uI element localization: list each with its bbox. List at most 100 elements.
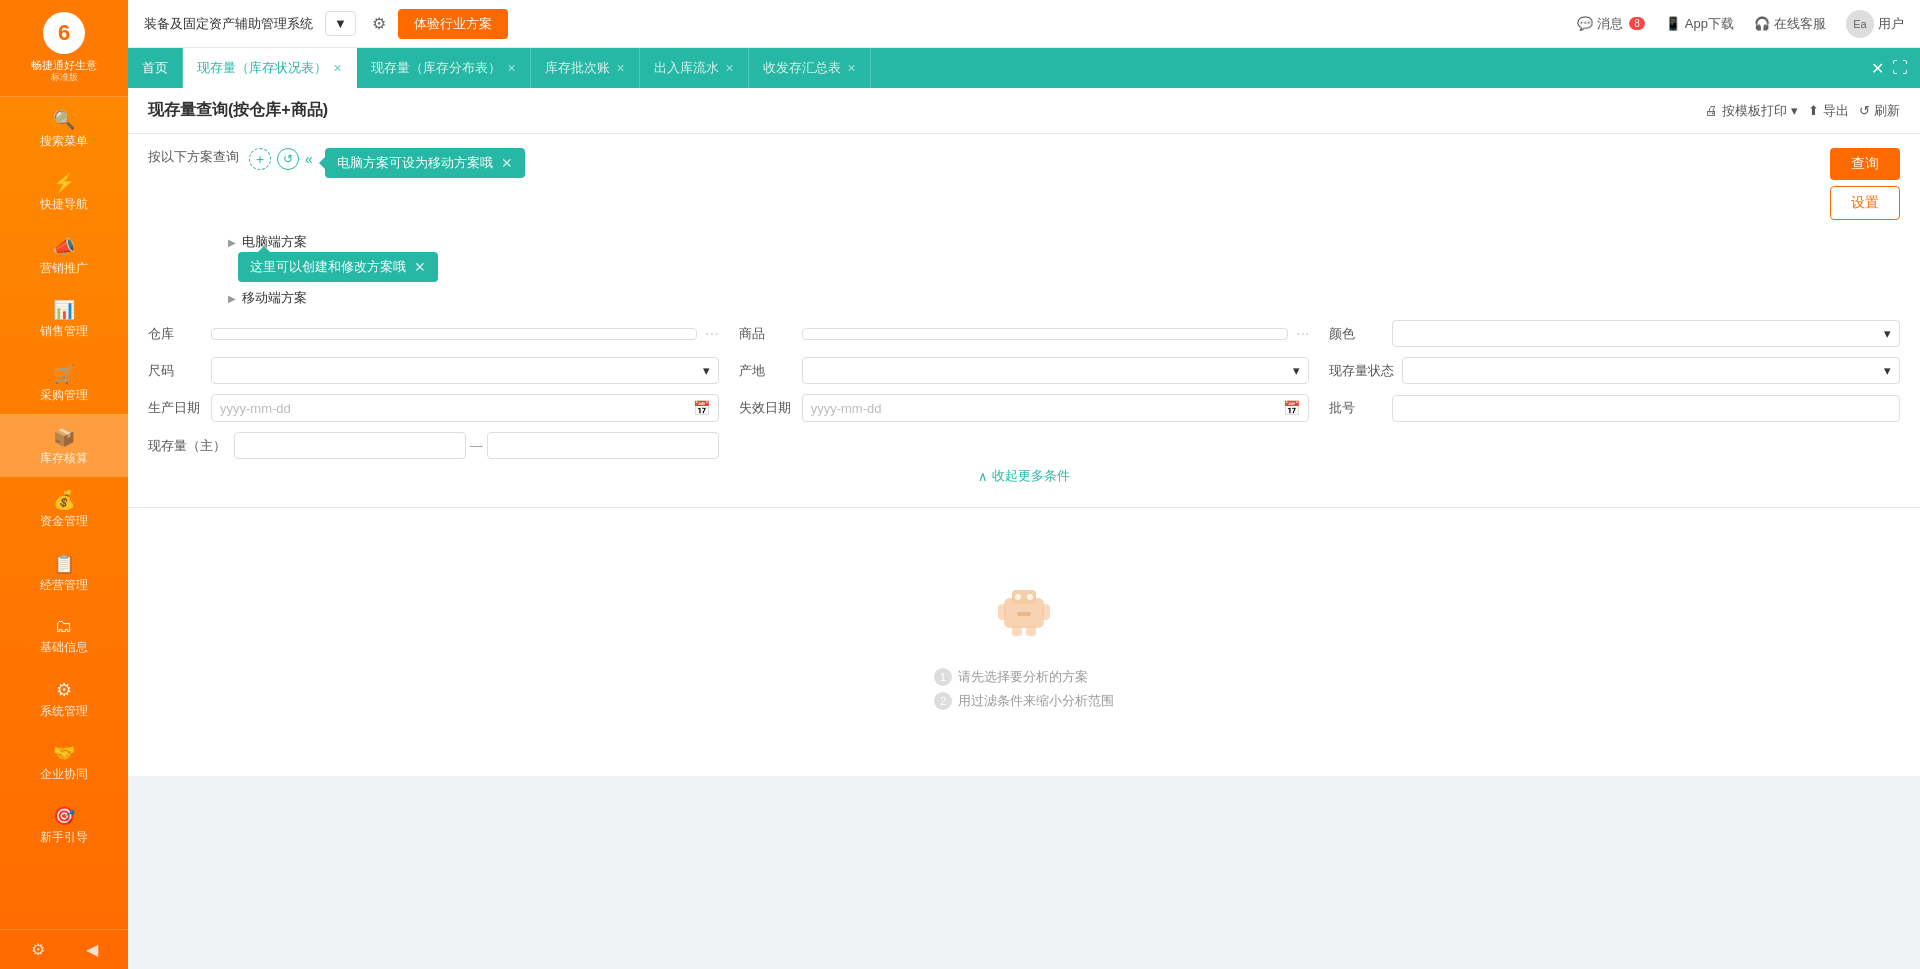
stock-status-select[interactable]: ▾: [1402, 357, 1900, 384]
stock-main-range-from[interactable]: [234, 432, 466, 459]
produce-date-placeholder: yyyy-mm-dd: [220, 401, 291, 416]
svg-rect-6: [1042, 604, 1050, 620]
sidebar-item-quick-nav[interactable]: ⚡ 快捷导航: [0, 160, 128, 223]
svg-point-2: [1015, 594, 1021, 600]
query-btn[interactable]: 查询: [1830, 148, 1900, 180]
experience-btn[interactable]: 体验行业方案: [398, 9, 508, 39]
tab-inventory-status[interactable]: 现存量（库存状况表） ✕: [183, 48, 357, 88]
topbar-gear-icon[interactable]: ⚙: [372, 14, 386, 33]
sidebar-item-enterprise[interactable]: 🤝 企业协同: [0, 730, 128, 793]
sidebar-item-basic[interactable]: 🗂 基础信息: [0, 604, 128, 666]
batch-label: 批号: [1329, 399, 1384, 417]
batch-input[interactable]: [1392, 395, 1900, 422]
tab-inout-flow-close[interactable]: ✕: [725, 62, 734, 75]
warehouse-dots[interactable]: ···: [705, 325, 718, 343]
scheme-sub-item: ▶ 按商品: [228, 256, 1900, 280]
enterprise-icon: 🤝: [53, 742, 75, 764]
close-all-tabs-icon[interactable]: ✕: [1871, 59, 1884, 78]
expire-date-input[interactable]: yyyy-mm-dd 📅: [802, 394, 1310, 422]
scheme-left-arrow-btn[interactable]: «: [305, 151, 313, 167]
guide-icon: 🎯: [53, 805, 75, 827]
filter-field-stock-main: 现存量（主） —: [148, 432, 719, 459]
svg-rect-5: [998, 604, 1006, 620]
tab-home[interactable]: 首页: [128, 48, 183, 88]
sidebar-item-search[interactable]: 🔍 搜索菜单: [0, 97, 128, 160]
tab-inventory-dist[interactable]: 现存量（库存分布表） ✕: [357, 48, 531, 88]
reset-btn[interactable]: 设置: [1830, 186, 1900, 220]
tab-inout-flow[interactable]: 出入库流水 ✕: [640, 48, 749, 88]
refresh-btn[interactable]: ↺ 刷新: [1859, 102, 1900, 120]
produce-date-input[interactable]: yyyy-mm-dd 📅: [211, 394, 719, 422]
topbar-user-btn[interactable]: Ea 用户: [1846, 10, 1904, 38]
tab-receive-summary[interactable]: 收发存汇总表 ✕: [749, 48, 871, 88]
color-select[interactable]: ▾: [1392, 320, 1900, 347]
svg-point-3: [1027, 594, 1033, 600]
inventory-icon: 📦: [53, 426, 75, 448]
sidebar-item-marketing[interactable]: 📣 营销推广: [0, 224, 128, 287]
svg-rect-7: [1012, 626, 1022, 636]
sidebar-collapse-btn[interactable]: ◀: [86, 940, 98, 959]
empty-tips: 1 请先选择要分析的方案 2 用过滤条件来缩小分析范围: [934, 668, 1114, 716]
sidebar-item-purchase[interactable]: 🛒 采购管理: [0, 351, 128, 414]
fullscreen-icon[interactable]: ⛶: [1892, 59, 1908, 77]
warehouse-select[interactable]: [211, 328, 697, 340]
sidebar-item-label: 企业协同: [40, 767, 88, 781]
sidebar-item-system[interactable]: ⚙ 系统管理: [0, 667, 128, 730]
collapse-filter-bar[interactable]: ∧ 收起更多条件: [148, 459, 1900, 493]
scheme-edit-tooltip: 这里可以创建和修改方案哦 ✕: [238, 252, 438, 282]
topbar-message-btn[interactable]: 💬 消息 8: [1577, 15, 1645, 33]
scheme-edit-tooltip-close[interactable]: ✕: [414, 259, 426, 275]
sidebar-item-label: 快捷导航: [40, 197, 88, 211]
sidebar-settings-btn[interactable]: ⚙: [31, 940, 45, 959]
sidebar-item-finance[interactable]: 💰 资金管理: [0, 477, 128, 540]
quick-nav-icon: ⚡: [53, 172, 75, 194]
export-icon: ⬆: [1808, 103, 1819, 118]
sidebar-nav: 🔍 搜索菜单 ⚡ 快捷导航 📣 营销推广 📊 销售管理 🛒 采购管理 📦 库存核…: [0, 97, 128, 929]
scheme-add-tooltip-close[interactable]: ✕: [501, 155, 513, 171]
tab-receive-summary-close[interactable]: ✕: [847, 62, 856, 75]
scheme-add-btn[interactable]: +: [249, 148, 271, 170]
tab-home-label: 首页: [142, 59, 168, 77]
sidebar-item-guide[interactable]: 🎯 新手引导: [0, 793, 128, 856]
scheme-tree-mobile-item[interactable]: ▶ 移动端方案: [228, 286, 1900, 310]
app-brand-name: 畅捷通好生意 标准版: [31, 58, 97, 84]
system-select-dropdown[interactable]: ▼: [325, 11, 356, 36]
scheme-refresh-btn[interactable]: ↺: [277, 148, 299, 170]
operation-icon: 📋: [53, 553, 75, 575]
print-btn[interactable]: 🖨 按模板打印 ▾: [1705, 102, 1798, 120]
filter-field-origin: 产地 ▾: [739, 357, 1310, 384]
scheme-sub-item-goods[interactable]: ▶ 按商品: [258, 256, 1900, 280]
stock-status-label: 现存量状态: [1329, 362, 1394, 380]
stock-main-range-to[interactable]: [487, 432, 719, 459]
print-label: 按模板打印: [1722, 102, 1787, 120]
scheme-tree-pc[interactable]: ▶ 电脑端方案: [228, 230, 1900, 254]
tab-receive-summary-label: 收发存汇总表: [763, 59, 841, 77]
tabs-bar: 首页 现存量（库存状况表） ✕ 现存量（库存分布表） ✕ 库存批次账 ✕ 出入库…: [128, 48, 1920, 88]
app-logo-icon: 6: [43, 12, 85, 54]
export-btn[interactable]: ⬆ 导出: [1808, 102, 1849, 120]
filter-field-produce-date: 生产日期 yyyy-mm-dd 📅: [148, 394, 719, 422]
goods-dots[interactable]: ···: [1296, 325, 1309, 343]
size-select[interactable]: ▾: [211, 357, 719, 384]
phone-icon: 📱: [1665, 16, 1681, 31]
tab-inventory-status-close[interactable]: ✕: [333, 62, 342, 75]
topbar-online-service-btn[interactable]: 🎧 在线客服: [1754, 15, 1826, 33]
tab-inventory-dist-close[interactable]: ✕: [507, 62, 516, 75]
sidebar-item-label: 系统管理: [40, 704, 88, 718]
tab-batch-account[interactable]: 库存批次账 ✕: [531, 48, 640, 88]
filter-field-batch: 批号: [1329, 394, 1900, 422]
size-select-arrow: ▾: [703, 363, 710, 378]
sidebar-item-operation[interactable]: 📋 经营管理: [0, 541, 128, 604]
sidebar: 6 畅捷通好生意 标准版 🔍 搜索菜单 ⚡ 快捷导航 📣 营销推广 📊 销售管理…: [0, 0, 128, 969]
topbar-app-download-btn[interactable]: 📱 App下载: [1665, 15, 1734, 33]
goods-select[interactable]: [802, 328, 1288, 340]
tab-batch-account-close[interactable]: ✕: [616, 62, 625, 75]
scheme-tree-mobile-arrow: ▶: [228, 293, 236, 304]
print-dropdown-icon: ▾: [1791, 103, 1798, 118]
sidebar-item-label: 经营管理: [40, 578, 88, 592]
origin-select[interactable]: ▾: [802, 357, 1310, 384]
sidebar-item-sales[interactable]: 📊 销售管理: [0, 287, 128, 350]
search-icon: 🔍: [53, 109, 75, 131]
sidebar-item-inventory[interactable]: 📦 库存核算: [0, 414, 128, 477]
color-label: 颜色: [1329, 325, 1384, 343]
